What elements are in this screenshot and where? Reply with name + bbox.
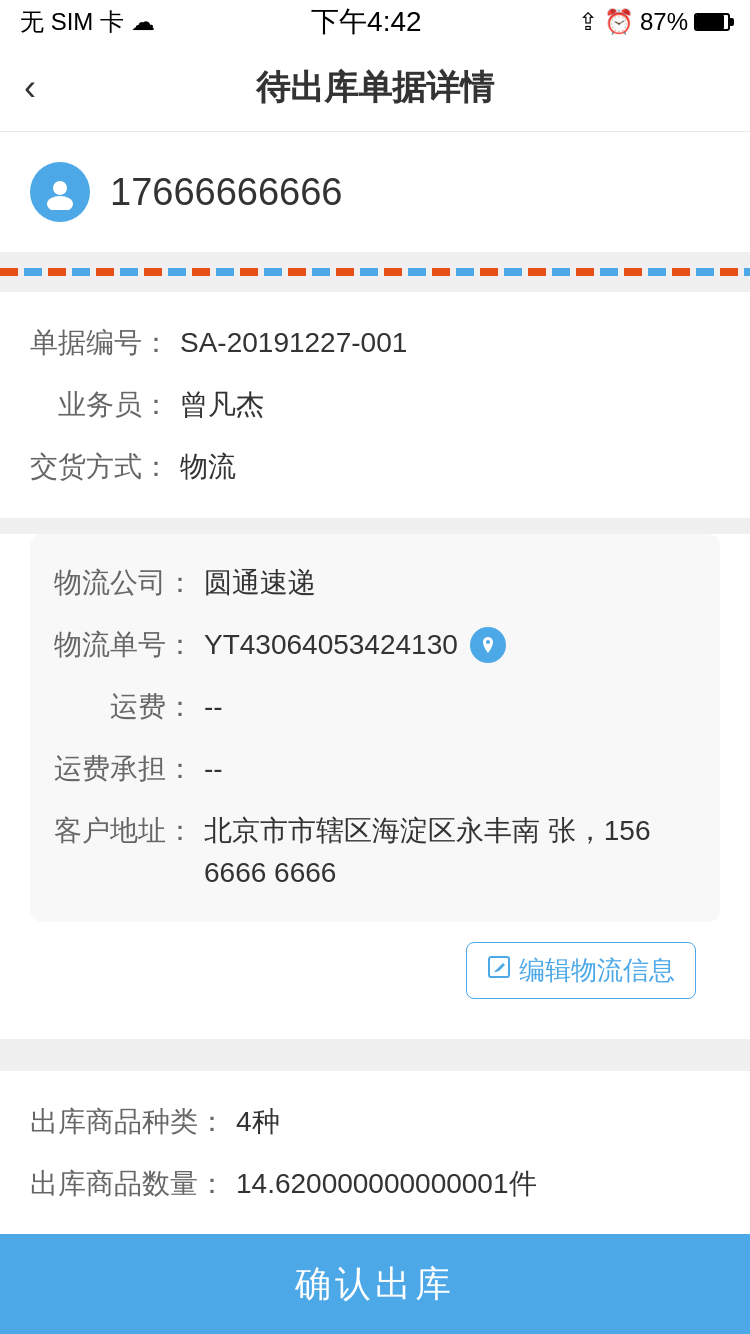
- freight-bearer-label: 运费承担：: [54, 748, 194, 790]
- logistics-card: 物流公司： 圆通速递 物流单号： YT43064053424130 运费： --…: [30, 534, 720, 922]
- address-row: 客户地址： 北京市市辖区海淀区永丰南 张，156 6666 6666: [54, 810, 696, 894]
- battery-icon: [694, 13, 730, 31]
- salesman-value: 曾凡杰: [180, 384, 720, 426]
- logistics-company-value: 圆通速递: [204, 562, 696, 604]
- freight-bearer-row: 运费承担： --: [54, 748, 696, 790]
- goods-quantity-value: 14.620000000000001件: [236, 1163, 720, 1205]
- doc-number-label: 单据编号：: [30, 322, 170, 364]
- status-right: ⇪ ⏰ 87%: [578, 8, 730, 36]
- logistics-tracking-value: YT43064053424130: [204, 624, 696, 666]
- logistics-company-row: 物流公司： 圆通速递: [54, 562, 696, 604]
- edit-btn-row: 编辑物流信息: [30, 922, 720, 1009]
- dashed-divider: [0, 268, 750, 276]
- logistics-section: 物流公司： 圆通速递 物流单号： YT43064053424130 运费： --…: [0, 534, 750, 1039]
- freight-label: 运费：: [54, 686, 194, 728]
- sim-wifi-text: 无 SIM 卡 ☁: [20, 6, 155, 38]
- nav-bar: ‹ 待出库单据详情: [0, 44, 750, 132]
- salesman-row: 业务员： 曾凡杰: [30, 384, 720, 426]
- confirm-button-label: 确认出库: [295, 1260, 455, 1309]
- customer-header: 17666666666: [0, 132, 750, 252]
- edit-icon: [487, 955, 511, 986]
- doc-number-value: SA-20191227-001: [180, 322, 720, 364]
- confirm-button[interactable]: 确认出库: [0, 1234, 750, 1334]
- track-location-button[interactable]: [470, 627, 506, 663]
- edit-logistics-label: 编辑物流信息: [519, 953, 675, 988]
- address-label: 客户地址：: [54, 810, 194, 852]
- delivery-value: 物流: [180, 446, 720, 488]
- location-icon: ⇪: [578, 8, 598, 36]
- section-divider-1: [0, 1055, 750, 1071]
- salesman-label: 业务员：: [30, 384, 170, 426]
- avatar: [30, 162, 90, 222]
- alarm-icon: ⏰: [604, 8, 634, 36]
- svg-point-1: [47, 196, 73, 210]
- customer-phone: 17666666666: [110, 171, 342, 214]
- status-time: 下午4:42: [311, 3, 422, 41]
- goods-types-label: 出库商品种类：: [30, 1101, 226, 1143]
- edit-logistics-button[interactable]: 编辑物流信息: [466, 942, 696, 999]
- page-title: 待出库单据详情: [256, 65, 494, 111]
- back-button[interactable]: ‹: [24, 67, 36, 109]
- delivery-row: 交货方式： 物流: [30, 446, 720, 488]
- logistics-tracking-row: 物流单号： YT43064053424130: [54, 624, 696, 666]
- freight-row: 运费： --: [54, 686, 696, 728]
- goods-quantity-label: 出库商品数量：: [30, 1163, 226, 1205]
- svg-point-0: [53, 181, 67, 195]
- doc-number-row: 单据编号： SA-20191227-001: [30, 322, 720, 364]
- doc-info-section: 单据编号： SA-20191227-001 业务员： 曾凡杰 交货方式： 物流: [0, 292, 750, 518]
- status-bar: 无 SIM 卡 ☁ 下午4:42 ⇪ ⏰ 87%: [0, 0, 750, 44]
- goods-types-value: 4种: [236, 1101, 720, 1143]
- goods-quantity-row: 出库商品数量： 14.620000000000001件: [30, 1163, 720, 1205]
- goods-types-row: 出库商品种类： 4种: [30, 1101, 720, 1143]
- status-left: 无 SIM 卡 ☁: [20, 6, 155, 38]
- address-value: 北京市市辖区海淀区永丰南 张，156 6666 6666: [204, 810, 696, 894]
- delivery-label: 交货方式：: [30, 446, 170, 488]
- battery-text: 87%: [640, 8, 688, 36]
- logistics-company-label: 物流公司：: [54, 562, 194, 604]
- freight-value: --: [204, 686, 696, 728]
- freight-bearer-value: --: [204, 748, 696, 790]
- logistics-tracking-label: 物流单号：: [54, 624, 194, 666]
